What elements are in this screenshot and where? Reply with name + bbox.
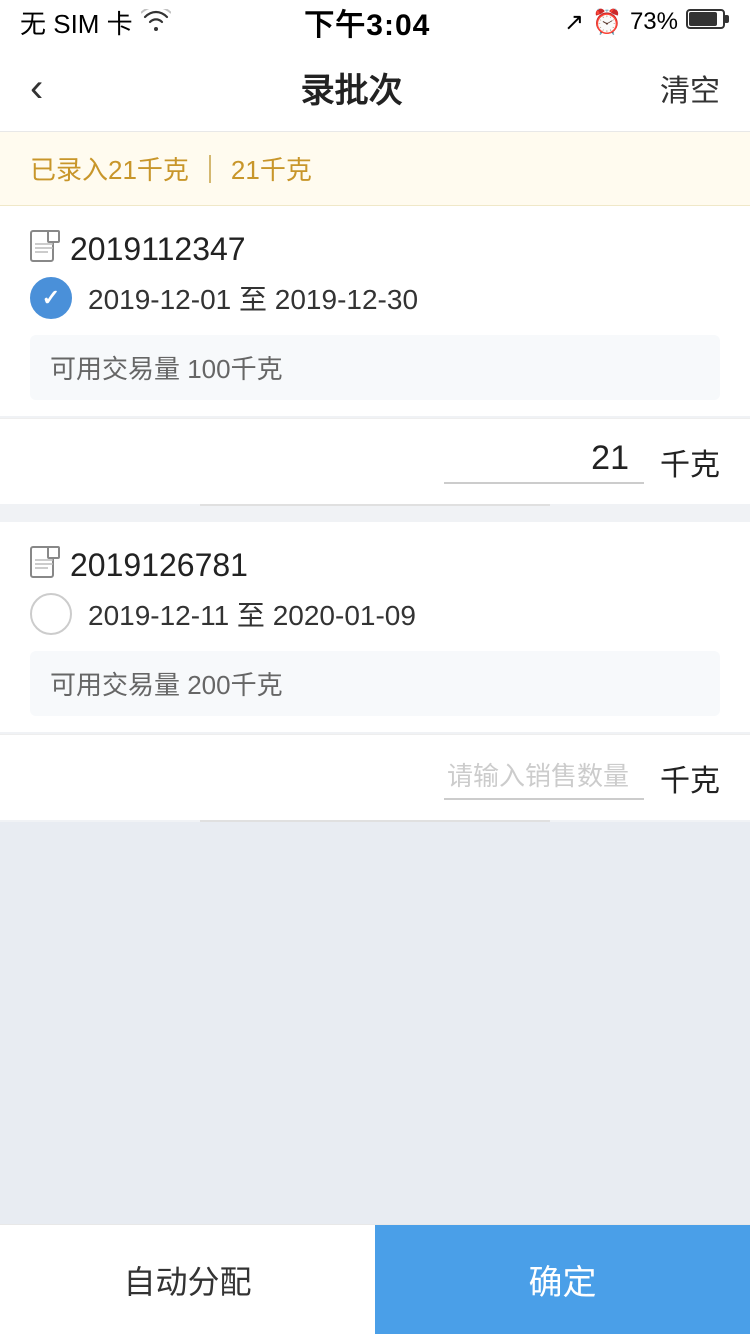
batch-1-unit: 千克 — [660, 440, 720, 484]
batch-1-input-row: 千克 — [0, 418, 750, 504]
alarm-icon: ⏰ — [592, 8, 622, 37]
batch-2-date: 2019-12-11 至 2020-01-09 — [88, 594, 416, 634]
batch-1-qty-input[interactable] — [444, 439, 644, 484]
batch-2-icon — [30, 546, 60, 585]
confirm-button[interactable]: 确定 — [375, 1225, 750, 1334]
back-button[interactable]: ‹ — [30, 68, 43, 108]
batch-1-header: 2019112347 — [0, 206, 750, 277]
empty-area — [0, 822, 750, 1224]
status-bar: 无 SIM 卡 下午3:04 ↗ ⏰ 73% — [0, 0, 750, 44]
battery-icon — [686, 8, 730, 37]
batch-card-2: 2019126781 2019-12-11 至 2020-01-09 可用交易量… — [0, 522, 750, 732]
batch-2-qty-input[interactable] — [444, 755, 644, 800]
card-separator — [0, 506, 750, 522]
location-icon: ↗ — [564, 8, 584, 37]
summary-bar: 已录入21千克 21千克 — [0, 132, 750, 206]
bottom-bar: 自动分配 确定 — [0, 1224, 750, 1334]
battery-text: 73% — [630, 8, 678, 36]
clear-button[interactable]: 清空 — [660, 66, 720, 110]
batch-card-1: 2019112347 2019-12-01 至 2019-12-30 可用交易量… — [0, 206, 750, 416]
batch-1-date: 2019-12-01 至 2019-12-30 — [88, 278, 418, 318]
batch-2-unit: 千克 — [660, 756, 720, 800]
batch-2-id: 2019126781 — [70, 547, 248, 584]
batch-2-avail: 可用交易量 200千克 — [30, 651, 720, 716]
nav-bar: ‹ 录批次 清空 — [0, 44, 750, 132]
batch-2-input-row: 千克 — [0, 734, 750, 820]
status-right: ↗ ⏰ 73% — [564, 8, 730, 37]
batch-2-date-row: 2019-12-11 至 2020-01-09 — [0, 593, 750, 651]
summary-divider — [209, 155, 211, 183]
sim-icon: 无 SIM 卡 — [20, 4, 133, 41]
batch-2-header: 2019126781 — [0, 522, 750, 593]
status-time: 下午3:04 — [304, 0, 430, 44]
batch-2-radio[interactable] — [30, 593, 72, 635]
recorded-label: 已录入21千克 — [30, 150, 189, 187]
batch-1-avail: 可用交易量 100千克 — [30, 335, 720, 400]
batch-1-radio[interactable] — [30, 277, 72, 319]
batch-1-id: 2019112347 — [70, 231, 246, 268]
batch-1-icon — [30, 230, 60, 269]
summary-value: 21千克 — [231, 150, 312, 187]
status-left: 无 SIM 卡 — [20, 4, 171, 41]
batch-1-date-row: 2019-12-01 至 2019-12-30 — [0, 277, 750, 335]
wifi-icon — [141, 7, 171, 38]
auto-distribute-button[interactable]: 自动分配 — [0, 1225, 375, 1334]
page-title: 录批次 — [301, 63, 403, 112]
